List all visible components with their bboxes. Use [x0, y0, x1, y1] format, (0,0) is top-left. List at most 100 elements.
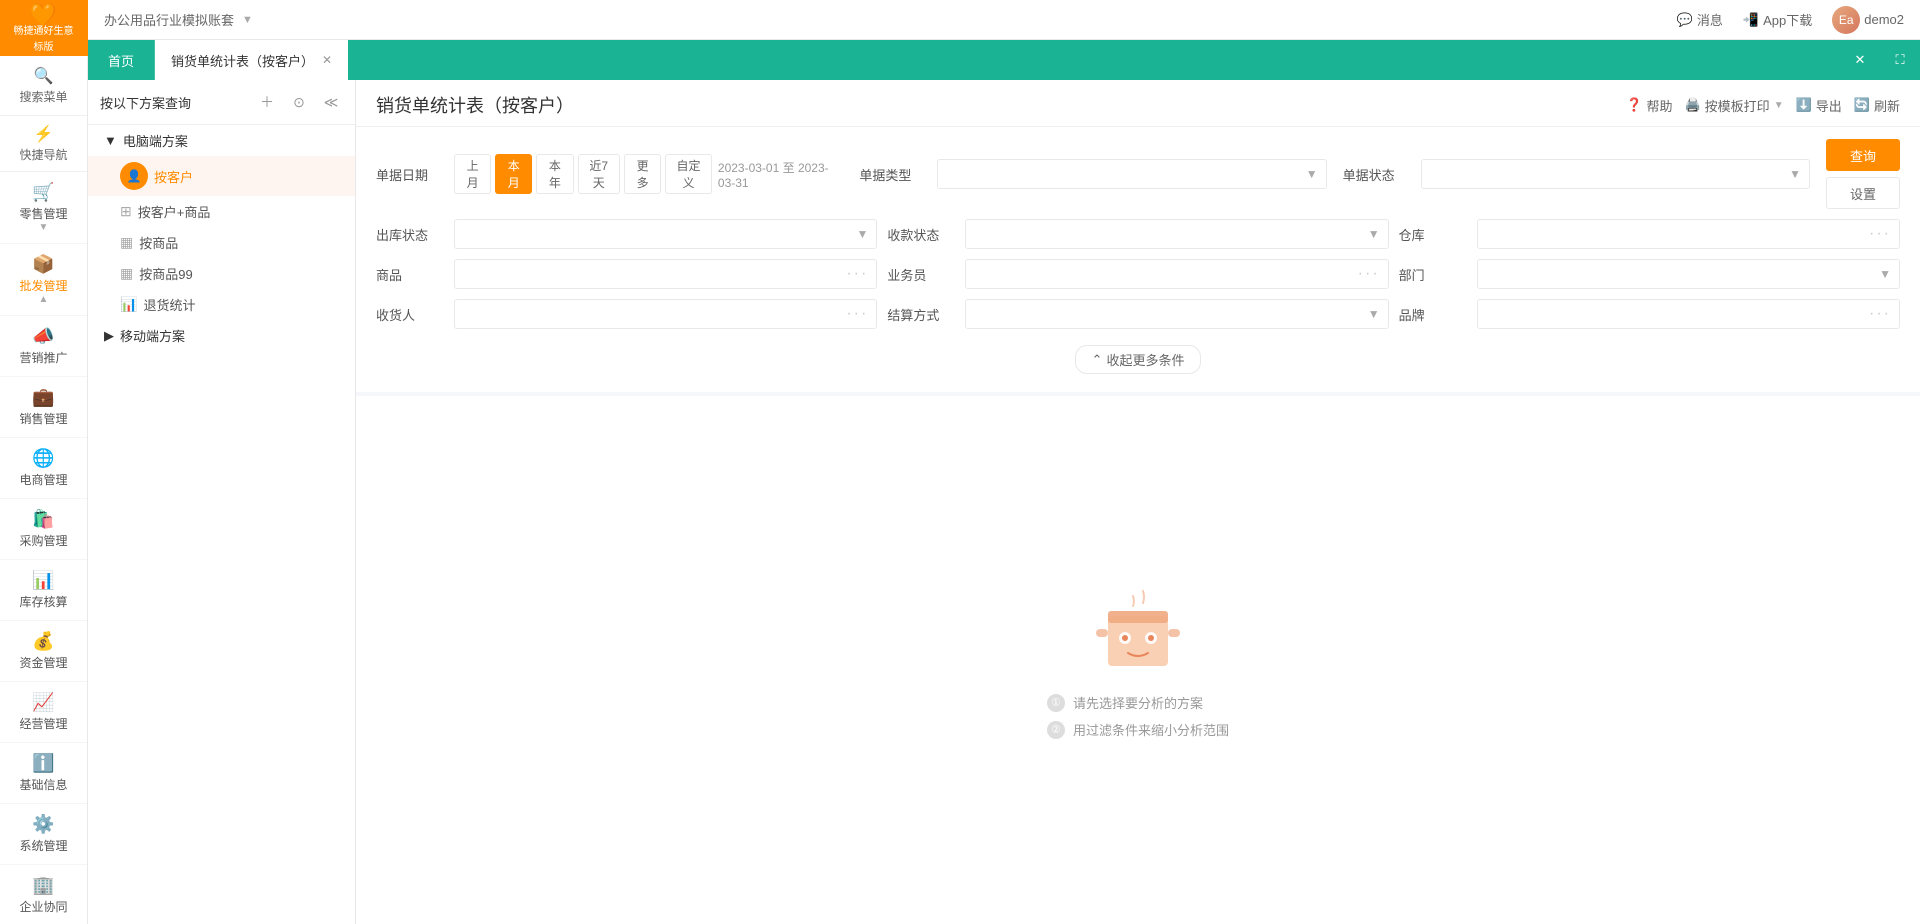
- search-menu[interactable]: 🔍 搜索菜单: [0, 56, 87, 116]
- salesman-cell: 业务员 ···: [887, 259, 1388, 289]
- help-btn[interactable]: ❓ 帮助: [1626, 96, 1672, 115]
- logo-sub: 标版: [34, 38, 54, 53]
- tab-expand-btn[interactable]: ✕: [1840, 40, 1880, 80]
- sidebar-item-ecommerce[interactable]: 🌐 电商管理: [0, 438, 87, 499]
- export-icon: ⬇️: [1796, 97, 1812, 113]
- sidebar-item-inventory[interactable]: 📊 库存核算: [0, 560, 87, 621]
- warehouse-select[interactable]: ···: [1477, 219, 1900, 249]
- date-btn-last-month[interactable]: 上月: [454, 154, 491, 194]
- refresh-btn[interactable]: 🔄 刷新: [1854, 96, 1900, 115]
- settlement-select[interactable]: ▼: [965, 299, 1388, 329]
- tree-item-refund-stats[interactable]: 📊 退货统计: [88, 289, 355, 320]
- sidebar-item-system[interactable]: ⚙️ 系统管理: [0, 804, 87, 865]
- sidebar-item-wholesale[interactable]: 📦 批发管理 ▲: [0, 244, 87, 316]
- industry-info: 办公用品行业模拟账套 ▼: [104, 10, 253, 29]
- page-header: 销货单统计表（按客户） ❓ 帮助 🖨️ 按模板打印 ▼ ⬇️ 导出: [356, 80, 1920, 127]
- left-panel-header: 按以下方案查询 ＋ ⊙ ≪: [88, 80, 355, 125]
- username: demo2: [1864, 12, 1904, 27]
- tree-expand-icon: ▼: [104, 133, 117, 148]
- bill-type-select[interactable]: ▼: [937, 159, 1326, 189]
- hint-num-2: ②: [1047, 721, 1065, 739]
- date-btn-custom[interactable]: 自定义: [665, 154, 712, 194]
- sidebar-label-purchase: 采购管理: [19, 532, 67, 549]
- tree-item-goods99-label: 按商品99: [139, 264, 192, 283]
- department-cell: 部门 ▼: [1399, 259, 1900, 289]
- message-icon: 💬: [1677, 12, 1693, 28]
- tab-close-btn[interactable]: ✕: [322, 53, 332, 67]
- fullscreen-icon: ⛶: [1895, 52, 1904, 68]
- out-status-chevron: ▼: [856, 227, 868, 241]
- receipt-status-select[interactable]: ▼: [965, 219, 1388, 249]
- department-select[interactable]: ▼: [1477, 259, 1900, 289]
- marketing-icon: 📣: [32, 326, 54, 347]
- industry-dropdown-icon[interactable]: ▼: [242, 14, 253, 26]
- collapse-panel-btn[interactable]: ≪: [319, 90, 343, 114]
- hint-text-1: 请先选择要分析的方案: [1073, 693, 1203, 712]
- operation-icon: 📈: [32, 692, 54, 713]
- export-btn[interactable]: ⬇️ 导出: [1796, 96, 1842, 115]
- collapse-btn[interactable]: ⌃ 收起更多条件: [1075, 345, 1202, 374]
- receiver-dots: ···: [846, 305, 868, 323]
- retail-icon: 🛒: [32, 182, 54, 203]
- department-chevron: ▼: [1879, 267, 1891, 281]
- empty-text: ① 请先选择要分析的方案 ② 用过滤条件来缩小分析范围: [1047, 693, 1229, 739]
- tree-item-customer-label: 按客户: [154, 167, 193, 186]
- sidebar-item-basic[interactable]: ℹ️ 基础信息: [0, 743, 87, 804]
- messages-btn[interactable]: 💬 消息: [1677, 10, 1723, 29]
- expand-icon: ✕: [1855, 52, 1866, 68]
- sidebar-item-purchase[interactable]: 🛍️ 采购管理: [0, 499, 87, 560]
- query-button[interactable]: 查询: [1826, 139, 1900, 171]
- tree-item-by-customer[interactable]: 👤 按客户: [88, 156, 355, 196]
- receipt-status-cell: 收款状态 ▼: [887, 219, 1388, 249]
- sidebar-item-operation[interactable]: 📈 经营管理: [0, 682, 87, 743]
- left-panel: 按以下方案查询 ＋ ⊙ ≪ ▼ 电脑端方案 👤 按客户 ⊞ 按客户+商品: [88, 80, 356, 924]
- sidebar-item-marketing[interactable]: 📣 营销推广: [0, 316, 87, 377]
- sidebar-item-retail[interactable]: 🛒 零售管理 ▼: [0, 172, 87, 244]
- date-btn-more[interactable]: 更多: [624, 154, 661, 194]
- collapse-icon: ⌃: [1092, 352, 1103, 368]
- tree-section-mobile[interactable]: ▶ 移动端方案: [88, 320, 355, 351]
- sidebar-item-enterprise[interactable]: 🏢 企业协同: [0, 865, 87, 924]
- salesman-select[interactable]: ···: [965, 259, 1388, 289]
- tree-section-mobile-label: 移动端方案: [120, 326, 185, 345]
- date-btn-this-month[interactable]: 本月: [495, 154, 532, 194]
- date-btn-this-year[interactable]: 本年: [536, 154, 573, 194]
- tab-fullscreen-btn[interactable]: ⛶: [1880, 40, 1920, 80]
- brand-select[interactable]: ···: [1477, 299, 1900, 329]
- goods-dots: ···: [846, 265, 868, 283]
- tree-item-by-goods[interactable]: ▦ 按商品: [88, 227, 355, 258]
- settlement-label: 结算方式: [887, 305, 957, 324]
- page-actions: ❓ 帮助 🖨️ 按模板打印 ▼ ⬇️ 导出 🔄 刷新: [1626, 96, 1900, 115]
- sidebar-item-sales[interactable]: 💼 销售管理: [0, 377, 87, 438]
- out-status-select[interactable]: ▼: [454, 219, 877, 249]
- hint-text-2: 用过滤条件来缩小分析范围: [1073, 720, 1229, 739]
- content-area: 按以下方案查询 ＋ ⊙ ≪ ▼ 电脑端方案 👤 按客户 ⊞ 按客户+商品: [88, 80, 1920, 924]
- add-scheme-btn[interactable]: ＋: [255, 90, 279, 114]
- bill-status-select[interactable]: ▼: [1421, 159, 1810, 189]
- sidebar-label-ecommerce: 电商管理: [19, 471, 67, 488]
- industry-label: 办公用品行业模拟账套: [104, 10, 234, 29]
- tab-home[interactable]: 首页: [88, 40, 155, 80]
- logo-text: 畅捷通好生意: [14, 26, 74, 38]
- sidebar-label-operation: 经营管理: [19, 715, 67, 732]
- tab-active-sales-stats[interactable]: 销货单统计表（按客户） ✕: [155, 40, 348, 80]
- tree-section-pc[interactable]: ▼ 电脑端方案: [88, 125, 355, 156]
- sidebar-item-finance[interactable]: 💰 资金管理: [0, 621, 87, 682]
- receiver-select[interactable]: ···: [454, 299, 877, 329]
- tree-item-by-goods99[interactable]: ▦ 按商品99: [88, 258, 355, 289]
- tab-active-label: 销货单统计表（按客户）: [171, 51, 314, 70]
- system-icon: ⚙️: [32, 814, 54, 835]
- edit-scheme-btn[interactable]: ⊙: [287, 90, 311, 114]
- tree-section-pc-label: 电脑端方案: [123, 131, 188, 150]
- date-btn-7days[interactable]: 近7天: [578, 154, 620, 194]
- setting-button[interactable]: 设置: [1826, 177, 1900, 209]
- user-profile[interactable]: Ea demo2: [1832, 6, 1904, 34]
- goods-select[interactable]: ···: [454, 259, 877, 289]
- goods-label: 商品: [376, 265, 446, 284]
- quick-nav[interactable]: ⚡ 快捷导航: [0, 116, 87, 172]
- tree-item-by-customer-goods[interactable]: ⊞ 按客户+商品: [88, 196, 355, 227]
- warehouse-dots: ···: [1869, 225, 1891, 243]
- app-download-btn[interactable]: 📲 App下载: [1743, 10, 1812, 29]
- date-label: 单据日期: [376, 165, 446, 184]
- template-print-btn[interactable]: 🖨️ 按模板打印 ▼: [1684, 96, 1783, 115]
